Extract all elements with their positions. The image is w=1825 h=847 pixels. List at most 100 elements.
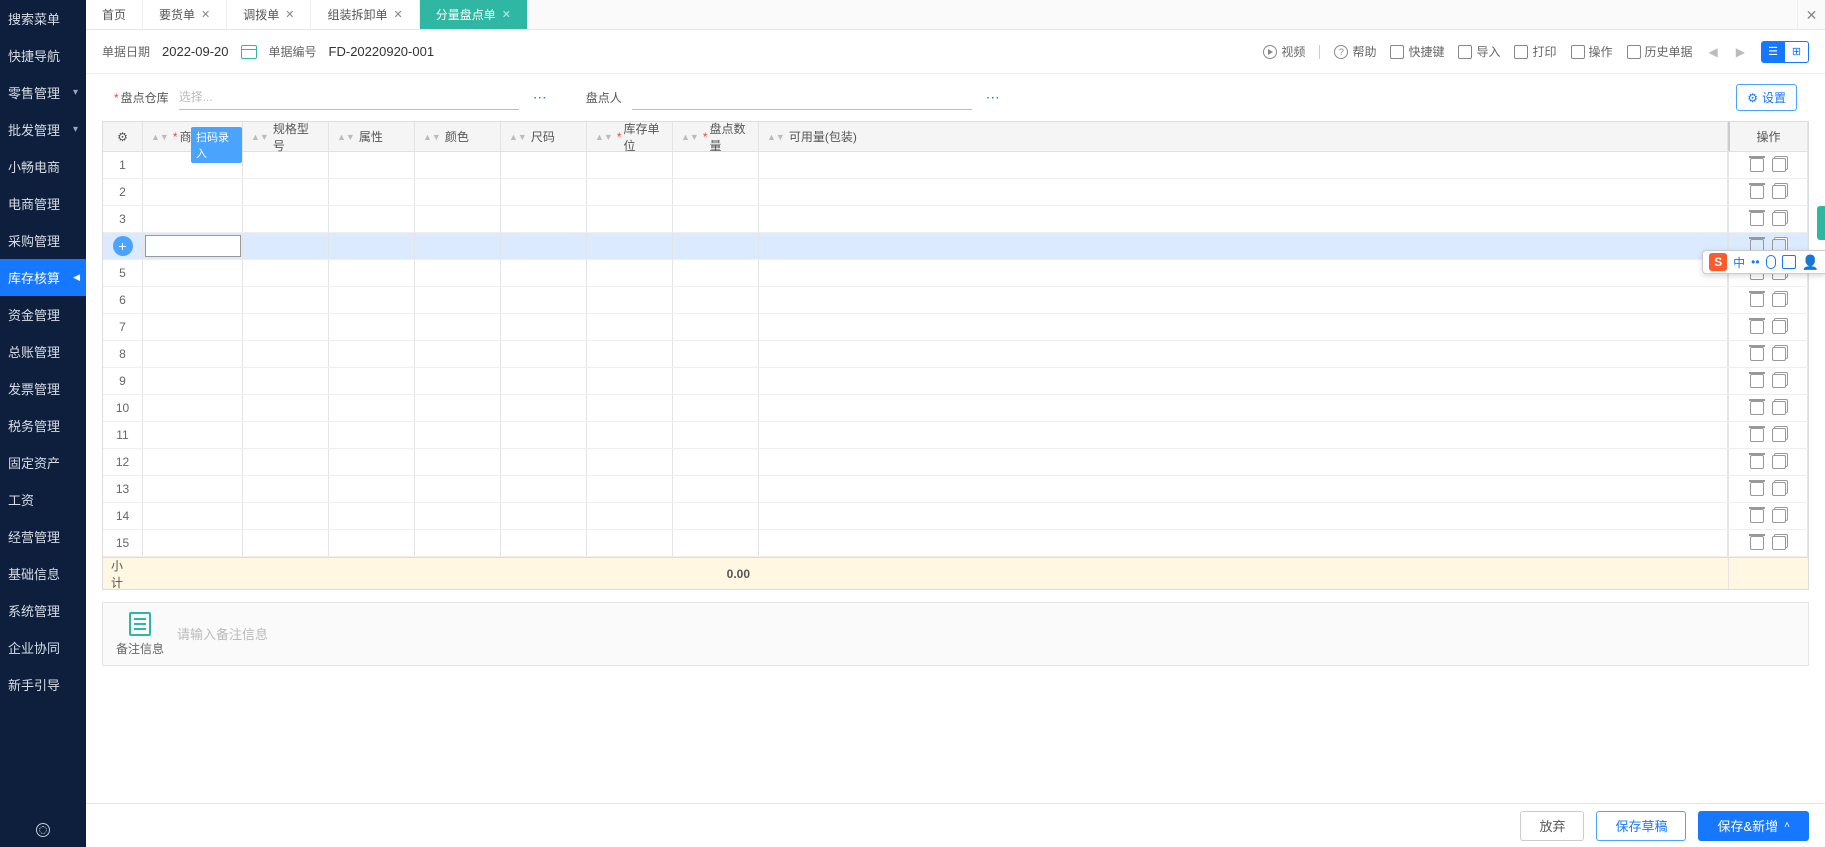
person-picker[interactable]: ⋯ <box>986 89 999 106</box>
table-row[interactable]: 11 <box>103 422 1808 449</box>
cell[interactable] <box>329 287 415 313</box>
copy-icon[interactable] <box>1772 212 1786 226</box>
cell[interactable] <box>673 341 759 367</box>
cell[interactable] <box>415 530 501 556</box>
cell[interactable] <box>243 206 329 232</box>
cell[interactable] <box>673 287 759 313</box>
scan-tag[interactable]: 扫码录入 <box>191 127 242 163</box>
cell[interactable] <box>329 449 415 475</box>
cell[interactable] <box>759 368 1728 394</box>
edge-drawer-handle[interactable] <box>1817 206 1825 240</box>
cell[interactable] <box>243 287 329 313</box>
close-icon[interactable]: ✕ <box>502 8 511 21</box>
sidebar-item-retail[interactable]: 零售管理 <box>0 74 86 111</box>
cell[interactable] <box>587 476 673 502</box>
cell[interactable] <box>243 260 329 286</box>
copy-icon[interactable] <box>1772 347 1786 361</box>
cell[interactable] <box>329 152 415 178</box>
cell[interactable] <box>329 314 415 340</box>
table-row[interactable]: 10 <box>103 395 1808 422</box>
cell-product[interactable] <box>143 476 243 502</box>
sidebar-item-business[interactable]: 经营管理 <box>0 518 86 555</box>
cell[interactable] <box>243 341 329 367</box>
cell[interactable] <box>415 314 501 340</box>
warehouse-input[interactable] <box>179 86 519 110</box>
table-row[interactable]: 15 <box>103 530 1808 557</box>
cell[interactable] <box>415 260 501 286</box>
th-color[interactable]: ▲▼颜色 <box>415 122 501 151</box>
cell[interactable] <box>329 179 415 205</box>
th-gear[interactable]: ⚙ <box>103 122 143 151</box>
cell-product[interactable] <box>143 368 243 394</box>
settings-button[interactable]: ⚙设置 <box>1736 84 1797 111</box>
cell[interactable] <box>673 260 759 286</box>
sidebar-item-ledger[interactable]: 总账管理 <box>0 333 86 370</box>
cell[interactable] <box>501 530 587 556</box>
cell[interactable] <box>587 503 673 529</box>
cell[interactable] <box>501 503 587 529</box>
cell[interactable] <box>759 179 1728 205</box>
cell[interactable] <box>673 179 759 205</box>
cell[interactable] <box>759 206 1728 232</box>
tool-import[interactable]: 导入 <box>1458 43 1500 60</box>
cell-product[interactable] <box>143 503 243 529</box>
cell-product[interactable] <box>143 179 243 205</box>
sidebar-item-funds[interactable]: 资金管理 <box>0 296 86 333</box>
cell[interactable] <box>673 476 759 502</box>
cell[interactable] <box>243 179 329 205</box>
tool-help[interactable]: ?帮助 <box>1334 43 1376 60</box>
th-size[interactable]: ▲▼尺码 <box>501 122 587 151</box>
cell[interactable] <box>587 449 673 475</box>
tab-stocktake[interactable]: 分量盘点单✕ <box>420 0 528 29</box>
cell[interactable] <box>587 530 673 556</box>
copy-icon[interactable] <box>1772 482 1786 496</box>
table-row[interactable]: 1 <box>103 152 1808 179</box>
cell[interactable] <box>759 260 1728 286</box>
nav-prev[interactable]: ◀ <box>1707 45 1720 59</box>
cell[interactable] <box>587 422 673 448</box>
cell[interactable] <box>759 449 1728 475</box>
cell[interactable] <box>759 152 1728 178</box>
copy-icon[interactable] <box>1772 401 1786 415</box>
table-row[interactable]: 3 <box>103 206 1808 233</box>
ime-punct[interactable]: •• <box>1751 255 1759 269</box>
tab-transfer[interactable]: 调拨单✕ <box>227 0 311 29</box>
cell[interactable] <box>329 260 415 286</box>
copy-icon[interactable] <box>1772 536 1786 550</box>
copy-icon[interactable] <box>1772 455 1786 469</box>
sidebar-item-quick-nav[interactable]: 快捷导航 <box>0 37 86 74</box>
cell[interactable] <box>759 341 1728 367</box>
cell[interactable] <box>415 422 501 448</box>
person-input[interactable] <box>632 86 972 110</box>
cell[interactable] <box>415 368 501 394</box>
sidebar-item-purchase[interactable]: 采购管理 <box>0 222 86 259</box>
copy-icon[interactable] <box>1772 158 1786 172</box>
sidebar-item-invoice[interactable]: 发票管理 <box>0 370 86 407</box>
cell[interactable] <box>329 422 415 448</box>
table-row[interactable]: 2 <box>103 179 1808 206</box>
table-row[interactable]: 9 <box>103 368 1808 395</box>
th-avail[interactable]: ▲▼可用量(包装) <box>759 122 1728 151</box>
save-draft-button[interactable]: 保存草稿 <box>1596 811 1686 841</box>
cell-product[interactable] <box>143 233 243 259</box>
cell[interactable] <box>501 233 587 259</box>
sidebar-item-tax[interactable]: 税务管理 <box>0 407 86 444</box>
cell[interactable] <box>243 152 329 178</box>
warehouse-picker[interactable]: ⋯ <box>533 89 546 106</box>
cell-product[interactable] <box>143 530 243 556</box>
table-row[interactable]: 12 <box>103 449 1808 476</box>
delete-icon[interactable] <box>1750 374 1764 388</box>
calendar-icon[interactable] <box>241 45 257 59</box>
cell[interactable] <box>587 287 673 313</box>
cell[interactable] <box>587 179 673 205</box>
close-icon[interactable]: ✕ <box>201 8 210 21</box>
cell[interactable] <box>587 395 673 421</box>
cell[interactable] <box>587 206 673 232</box>
cell-product[interactable] <box>143 206 243 232</box>
cell-product[interactable] <box>143 287 243 313</box>
cell[interactable] <box>587 233 673 259</box>
cell[interactable] <box>501 179 587 205</box>
sidebar-item-xiaochang[interactable]: 小畅电商 <box>0 148 86 185</box>
tool-video[interactable]: 视频 <box>1263 43 1305 60</box>
cell[interactable] <box>243 395 329 421</box>
